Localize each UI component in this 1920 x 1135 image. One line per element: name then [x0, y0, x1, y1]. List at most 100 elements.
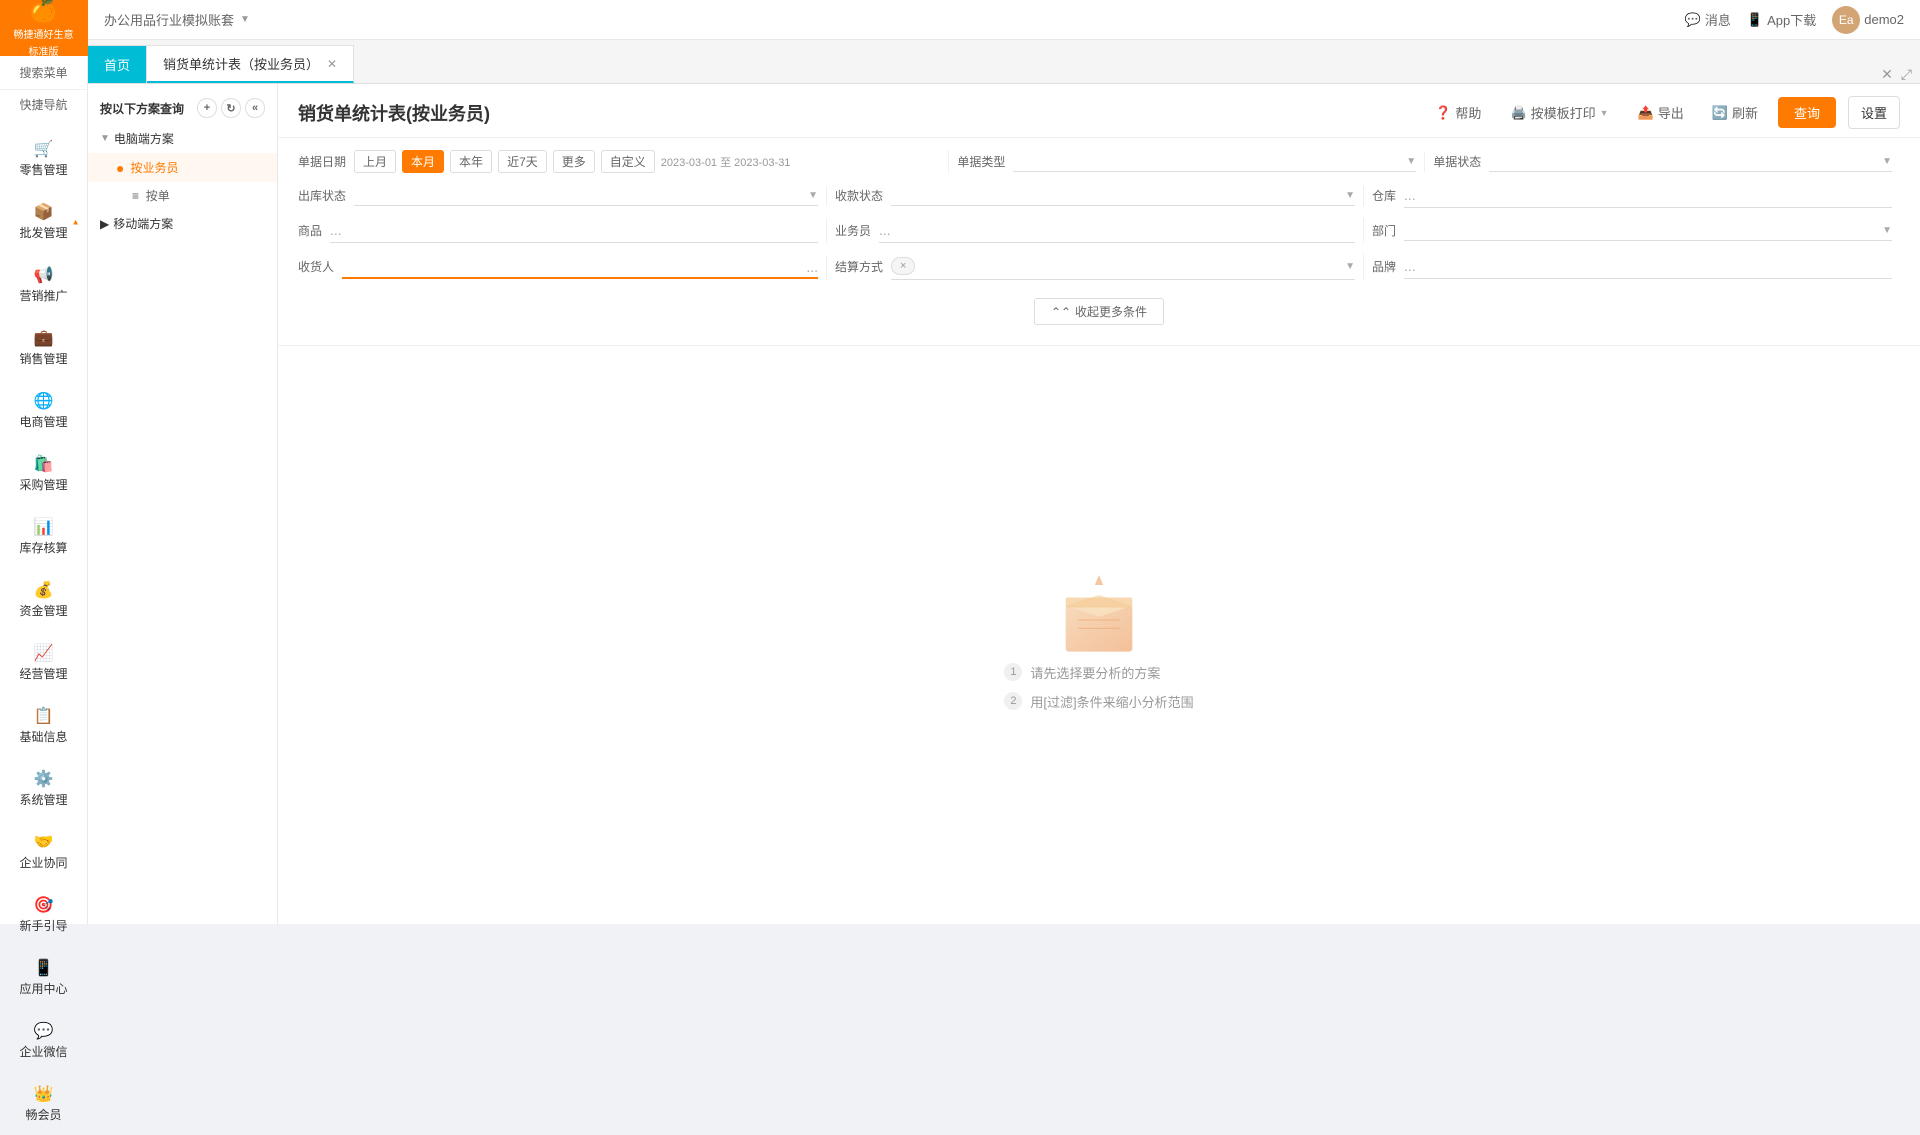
print-btn[interactable]: 🖨️ 按模板打印 ▼	[1501, 98, 1617, 127]
left-panel-desktop-section[interactable]: ▼ 电脑端方案	[88, 124, 277, 153]
empty-tip-1: 1 请先选择要分析的方案	[1004, 663, 1193, 682]
purchase-icon: 🛍️	[34, 454, 54, 474]
settings-btn[interactable]: 设置	[1848, 96, 1900, 129]
collapse-btn[interactable]: ⌃⌃ 收起更多条件	[1034, 298, 1164, 325]
export-btn[interactable]: 📤 导出	[1630, 99, 1692, 126]
sidebar-item-retail[interactable]: 🛒 零售管理	[0, 127, 88, 190]
message-label: 消息	[1705, 10, 1731, 29]
refresh-btn[interactable]: 🔄 刷新	[1704, 99, 1766, 126]
export-label: 导出	[1658, 103, 1684, 122]
filter-salesperson: 业务员 ...	[827, 218, 1364, 243]
query-btn[interactable]: 查询	[1778, 97, 1836, 128]
receiver-input-wrap: ...	[342, 255, 818, 279]
settlement-select[interactable]: × ▼	[891, 253, 1355, 280]
tab-close-icon[interactable]: ✕	[327, 57, 337, 71]
sidebar-item-inventory[interactable]: 📊 库存核算	[0, 505, 88, 568]
filter-warehouse: 仓库 ...	[1364, 183, 1900, 208]
newbie-icon: 🎯	[34, 895, 54, 915]
doc-status-select[interactable]: ▼	[1489, 152, 1892, 172]
left-panel-item-order[interactable]: ≡ 按单	[88, 182, 277, 209]
empty-tips: 1 请先选择要分析的方案 2 用[过滤]条件来缩小分析范围	[1004, 663, 1193, 711]
title-dropdown-icon[interactable]: ▼	[240, 14, 250, 25]
tab-maximize-icon[interactable]: ⤢	[1901, 66, 1912, 83]
sidebar-item-operation[interactable]: 📈 经营管理	[0, 631, 88, 694]
tab-home[interactable]: 首页	[88, 45, 147, 83]
department-select[interactable]: ▼	[1404, 221, 1892, 241]
filter-row-2: 出库状态 ▼ 收款状态 ▼ 仓库	[298, 183, 1900, 208]
left-panel-add-btn[interactable]: +	[197, 98, 217, 118]
settlement-tag: ×	[891, 257, 915, 275]
sidebar-item-newbie[interactable]: 🎯 新手引导	[0, 883, 88, 946]
date-btn-more[interactable]: 更多	[553, 150, 595, 173]
salesperson-select[interactable]: ...	[879, 218, 1355, 243]
logo-text: 畅捷通好生意	[14, 26, 74, 41]
mobile-section-arrow: ▶	[100, 217, 109, 231]
refresh-label: 刷新	[1732, 103, 1758, 122]
app-title: 办公用品行业模拟账套	[104, 10, 234, 29]
message-icon: 💬	[1685, 12, 1701, 28]
filter-department: 部门 ▼	[1364, 221, 1900, 241]
wholesale-icon: 📦	[34, 202, 54, 222]
avatar: Ea	[1832, 6, 1860, 34]
tip-num-1: 1	[1004, 663, 1022, 681]
sidebar-item-member[interactable]: 👑 畅会员	[0, 1072, 88, 1135]
sidebar-item-label-appcenter: 应用中心	[19, 980, 67, 997]
download-action[interactable]: 📱 App下载	[1747, 10, 1816, 29]
date-btn-last-7[interactable]: 近7天	[498, 150, 547, 173]
sidebar-item-finance[interactable]: 💰 资金管理	[0, 568, 88, 631]
sidebar-item-label-ecommerce: 电商管理	[19, 413, 67, 430]
sidebar: 🍊 畅捷通好生意 标准版 搜索菜单 快捷导航 🛒 零售管理 📦 批发管理 📢 营…	[0, 0, 88, 924]
mobile-section-label: 移动端方案	[113, 215, 173, 232]
brand-label: 品牌	[1372, 258, 1396, 275]
sidebar-item-label-basic: 基础信息	[19, 728, 67, 745]
sidebar-item-enterprise[interactable]: 🤝 企业协同	[0, 820, 88, 883]
warehouse-select[interactable]: ...	[1404, 183, 1892, 208]
department-label: 部门	[1372, 222, 1396, 239]
message-action[interactable]: 💬 消息	[1685, 10, 1731, 29]
filter-receiver: 收货人 ...	[298, 255, 827, 279]
left-panel-header: 按以下方案查询 + ↻ «	[88, 92, 277, 124]
salesperson-label: 业务员	[835, 222, 871, 239]
department-arrow: ▼	[1882, 225, 1892, 236]
tab-sales-report[interactable]: 销货单统计表（按业务员） ✕	[147, 45, 354, 83]
tab-close-all-icon[interactable]: ✕	[1881, 66, 1893, 83]
sidebar-search[interactable]: 搜索菜单	[0, 56, 88, 90]
sidebar-item-system[interactable]: ⚙️ 系统管理	[0, 757, 88, 820]
sidebar-item-marketing[interactable]: 📢 营销推广	[0, 253, 88, 316]
brand-select[interactable]: ...	[1404, 254, 1892, 279]
marketing-icon: 📢	[34, 265, 54, 285]
sidebar-item-basic[interactable]: 📋 基础信息	[0, 694, 88, 757]
date-btn-this-month[interactable]: 本月	[402, 150, 444, 173]
date-btn-this-year[interactable]: 本年	[450, 150, 492, 173]
receipt-status-select[interactable]: ▼	[891, 186, 1355, 206]
goods-select[interactable]: ...	[330, 218, 818, 243]
tab-sales-report-label: 销货单统计表（按业务员）	[163, 54, 319, 73]
out-status-label: 出库状态	[298, 187, 346, 204]
sidebar-item-label-member: 畅会员	[25, 1106, 61, 1123]
date-btn-last-month[interactable]: 上月	[354, 150, 396, 173]
collapse-up-icon: ⌃⌃	[1051, 305, 1071, 319]
left-panel-collapse-btn[interactable]: «	[245, 98, 265, 118]
receiver-input[interactable]	[342, 255, 818, 279]
filter-area: 单据日期 上月 本月 本年 近7天 更多 自定义 2023-03-01 至 20…	[278, 138, 1920, 346]
date-label: 单据日期	[298, 153, 346, 170]
date-btn-custom[interactable]: 自定义	[601, 150, 655, 173]
left-panel-header-btns: + ↻ «	[197, 98, 265, 118]
sidebar-item-wholesale[interactable]: 📦 批发管理	[0, 190, 88, 253]
user-action[interactable]: Ea demo2	[1832, 6, 1904, 34]
sidebar-item-purchase[interactable]: 🛍️ 采购管理	[0, 442, 88, 505]
settlement-tag-close[interactable]: ×	[900, 260, 906, 272]
sidebar-item-sales[interactable]: 💼 销售管理	[0, 316, 88, 379]
sidebar-item-ecommerce[interactable]: 🌐 电商管理	[0, 379, 88, 442]
help-btn[interactable]: ❓ 帮助	[1427, 99, 1489, 126]
left-panel-refresh-btn[interactable]: ↻	[221, 98, 241, 118]
out-status-select[interactable]: ▼	[354, 186, 818, 206]
sidebar-item-appcenter[interactable]: 📱 应用中心	[0, 946, 88, 1009]
sidebar-quick-nav[interactable]: 快捷导航	[0, 90, 88, 119]
sidebar-item-wechat[interactable]: 💬 企业微信	[0, 1009, 88, 1072]
left-panel-mobile-section[interactable]: ▶ 移动端方案	[88, 209, 277, 238]
doc-type-select[interactable]: ▼	[1013, 152, 1416, 172]
filter-row-1: 单据日期 上月 本月 本年 近7天 更多 自定义 2023-03-01 至 20…	[298, 150, 1900, 173]
filter-row-3: 商品 ... 业务员 ... 部门	[298, 218, 1900, 243]
left-panel-item-salesperson[interactable]: ● 按业务员	[88, 153, 277, 182]
